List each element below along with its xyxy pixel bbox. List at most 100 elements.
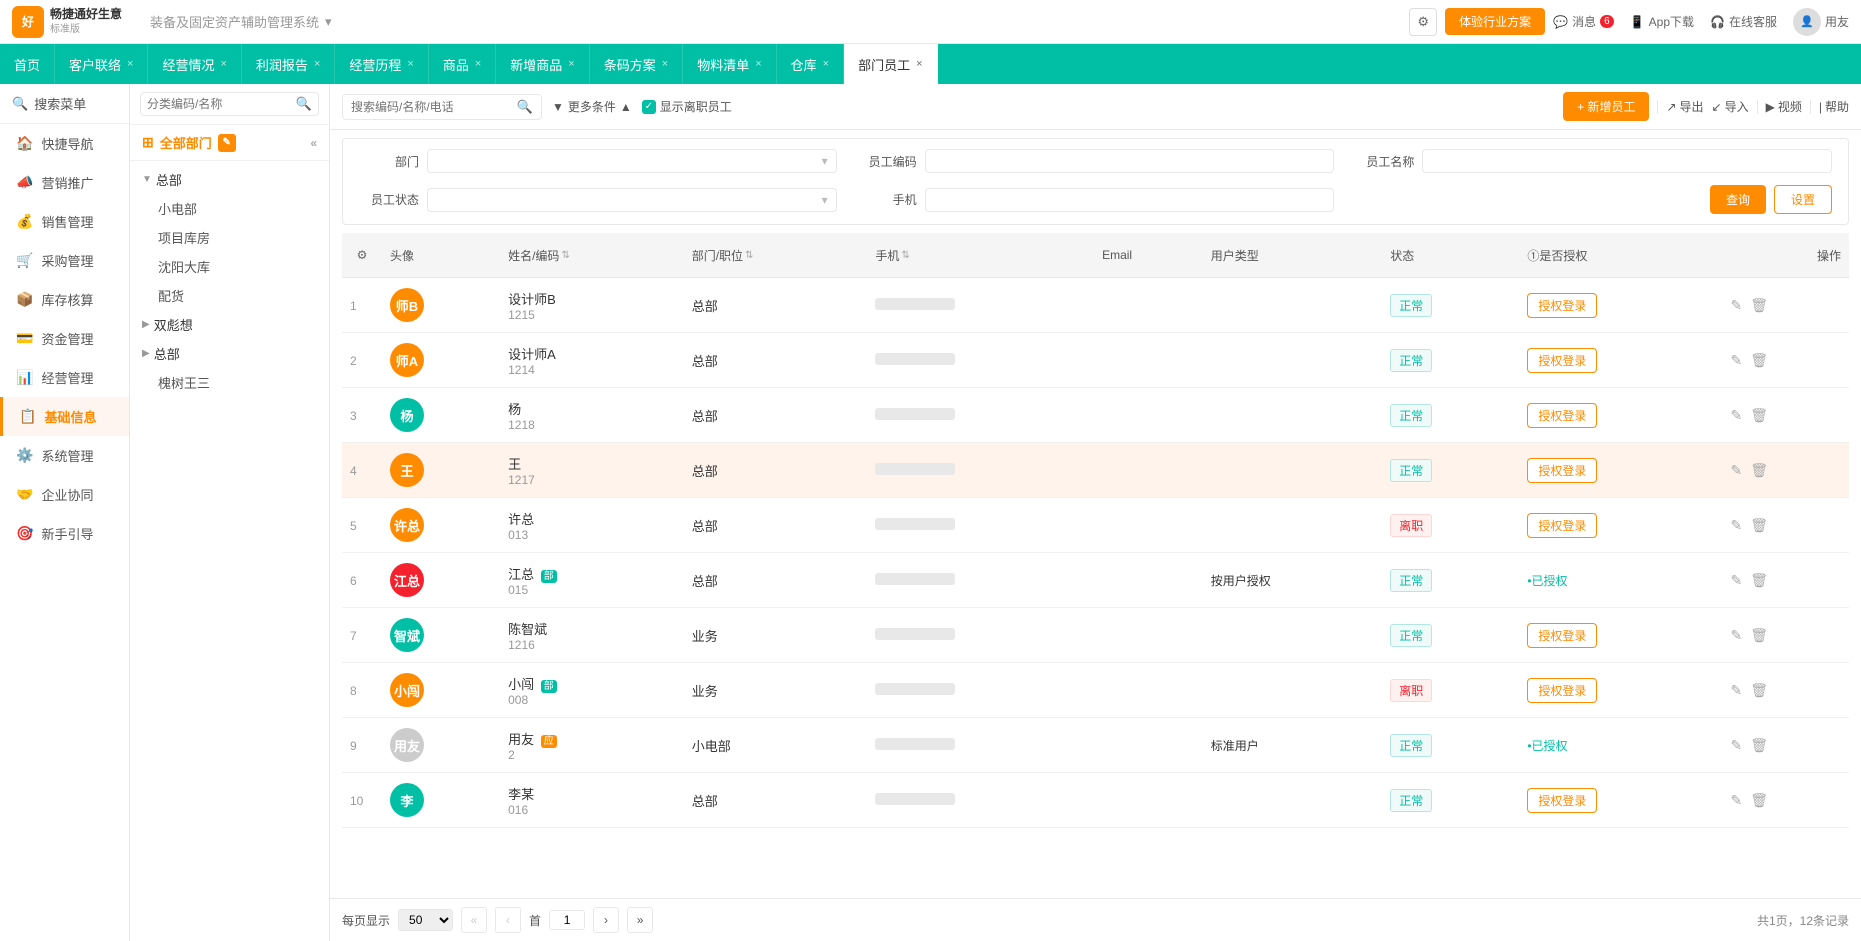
export-button[interactable]: ↗ 导出 — [1666, 98, 1703, 115]
tab-close-icon[interactable]: × — [127, 58, 133, 70]
trial-button[interactable]: 体验行业方案 — [1445, 8, 1545, 35]
nav-tab-经营历程[interactable]: 经营历程× — [335, 44, 428, 84]
tab-close-icon[interactable]: × — [568, 58, 574, 70]
dept-child-xiaodiande[interactable]: 小电部 — [130, 194, 329, 223]
tab-close-icon[interactable]: × — [407, 58, 413, 70]
empcode-input[interactable] — [925, 149, 1335, 173]
view-button[interactable]: ▶ 视频 — [1766, 98, 1802, 115]
sidebar-item-purchase[interactable]: 🛒 采购管理 — [0, 241, 129, 280]
nav-tab-客户联络[interactable]: 客户联络× — [55, 44, 148, 84]
dept-child-project[interactable]: 项目库房 — [130, 223, 329, 252]
tab-close-icon[interactable]: × — [916, 58, 922, 70]
edit-icon[interactable]: ✎ — [1731, 407, 1743, 424]
dropdown-arrow-icon[interactable]: ▾ — [325, 14, 332, 30]
edit-icon[interactable]: ✎ — [1731, 517, 1743, 534]
sidebar-item-system[interactable]: ⚙️ 系统管理 — [0, 436, 129, 475]
dept-collapse-btn[interactable]: « — [310, 136, 317, 150]
delete-icon[interactable]: 🗑 — [1750, 352, 1768, 369]
edit-icon[interactable]: ✎ — [1731, 627, 1743, 644]
nav-tab-商品[interactable]: 商品× — [429, 44, 496, 84]
edit-icon[interactable]: ✎ — [1731, 462, 1743, 479]
dept-search-input[interactable] — [147, 97, 292, 111]
dept-all-item[interactable]: ⊞ 全部部门 ✎ « — [130, 125, 329, 161]
search-menu-item[interactable]: 🔍 搜索菜单 — [0, 84, 129, 124]
dept-search-box[interactable]: 🔍 — [140, 92, 319, 116]
delete-icon[interactable]: 🗑 — [1750, 627, 1768, 644]
add-employee-button[interactable]: + 新增员工 — [1563, 92, 1649, 121]
nav-tab-新增商品[interactable]: 新增商品× — [496, 44, 589, 84]
sidebar-item-collab[interactable]: 🤝 企业协同 — [0, 475, 129, 514]
empname-input[interactable] — [1422, 149, 1832, 173]
edit-icon[interactable]: ✎ — [1731, 572, 1743, 589]
query-button[interactable]: 查询 — [1710, 185, 1766, 214]
dept-group-headquarter[interactable]: ▼ 总部 — [130, 165, 329, 194]
sort-name-icon[interactable]: ⇅ — [561, 250, 569, 261]
search-box[interactable]: 🔍 — [342, 94, 542, 120]
edit-icon[interactable]: ✎ — [1731, 682, 1743, 699]
auth-login-button[interactable]: 授权登录 — [1527, 788, 1597, 813]
auth-login-button[interactable]: 授权登录 — [1527, 623, 1597, 648]
sidebar-item-finance[interactable]: 💳 资金管理 — [0, 319, 129, 358]
nav-tab-首页[interactable]: 首页 — [0, 44, 55, 84]
last-page-btn[interactable]: » — [627, 907, 653, 933]
user-menu[interactable]: 👤 用友 — [1793, 8, 1849, 36]
col-settings-btn[interactable]: ⚙ — [350, 243, 374, 267]
dept-edit-icon[interactable]: ✎ — [218, 134, 236, 152]
edit-icon[interactable]: ✎ — [1731, 352, 1743, 369]
sidebar-item-marketing[interactable]: 📣 营销推广 — [0, 163, 129, 202]
sort-dept-icon[interactable]: ⇅ — [745, 250, 753, 261]
auth-login-button[interactable]: 授权登录 — [1527, 293, 1597, 318]
delete-icon[interactable]: 🗑 — [1750, 462, 1768, 479]
edit-icon[interactable]: ✎ — [1731, 737, 1743, 754]
show-resigned-toggle[interactable]: ✓ 显示离职员工 — [642, 98, 732, 115]
import-button[interactable]: ↙ 导入 — [1712, 98, 1749, 115]
nav-tab-物料清单[interactable]: 物料清单× — [683, 44, 776, 84]
delete-icon[interactable]: 🗑 — [1750, 682, 1768, 699]
tab-close-icon[interactable]: × — [755, 58, 761, 70]
tab-close-icon[interactable]: × — [314, 58, 320, 70]
delete-icon[interactable]: 🗑 — [1750, 407, 1768, 424]
nav-tab-仓库[interactable]: 仓库× — [777, 44, 844, 84]
dept-group-zongbu[interactable]: ▶ 总部 — [130, 339, 329, 368]
settings-gear-button[interactable]: ⚙ — [1409, 8, 1437, 36]
next-page-btn[interactable]: › — [593, 907, 619, 933]
delete-icon[interactable]: 🗑 — [1750, 297, 1768, 314]
tab-close-icon[interactable]: × — [823, 58, 829, 70]
page-number-input[interactable] — [549, 910, 585, 930]
auth-login-button[interactable]: 授权登录 — [1527, 403, 1597, 428]
sidebar-item-guide[interactable]: 🎯 新手引导 — [0, 514, 129, 553]
phone-input[interactable] — [925, 188, 1335, 212]
sidebar-item-sales[interactable]: 💰 销售管理 — [0, 202, 129, 241]
nav-tab-经营情况[interactable]: 经营情况× — [148, 44, 241, 84]
tab-close-icon[interactable]: × — [662, 58, 668, 70]
nav-tab-利润报告[interactable]: 利润报告× — [242, 44, 335, 84]
sort-phone-icon[interactable]: ⇅ — [901, 250, 909, 261]
sidebar-item-operation[interactable]: 📊 经营管理 — [0, 358, 129, 397]
auth-login-button[interactable]: 授权登录 — [1527, 458, 1597, 483]
delete-icon[interactable]: 🗑 — [1750, 792, 1768, 809]
sidebar-item-inventory[interactable]: 📦 库存核算 — [0, 280, 129, 319]
message-button[interactable]: 💬 消息 6 — [1553, 13, 1614, 30]
auth-login-button[interactable]: 授权登录 — [1527, 678, 1597, 703]
tab-close-icon[interactable]: × — [220, 58, 226, 70]
nav-tab-部门员工[interactable]: 部门员工× — [844, 44, 937, 84]
dept-child-peihuo[interactable]: 配货 — [130, 281, 329, 310]
employee-search-input[interactable] — [351, 100, 513, 114]
page-size-select[interactable]: 50 20 100 — [398, 909, 453, 931]
edit-icon[interactable]: ✎ — [1731, 792, 1743, 809]
delete-icon[interactable]: 🗑 — [1750, 517, 1768, 534]
delete-icon[interactable]: 🗑 — [1750, 737, 1768, 754]
delete-icon[interactable]: 🗑 — [1750, 572, 1768, 589]
status-select[interactable]: ▾ — [427, 188, 837, 212]
nav-tab-条码方案[interactable]: 条码方案× — [590, 44, 683, 84]
auth-login-button[interactable]: 授权登录 — [1527, 348, 1597, 373]
edit-icon[interactable]: ✎ — [1731, 297, 1743, 314]
online-service-button[interactable]: 🎧 在线客服 — [1710, 13, 1777, 30]
sidebar-item-basic[interactable]: 📋 基础信息 — [0, 397, 129, 436]
set-button[interactable]: 设置 — [1774, 185, 1832, 214]
first-page-btn[interactable]: « — [461, 907, 487, 933]
dept-child-shenyang[interactable]: 沈阳大库 — [130, 252, 329, 281]
tab-close-icon[interactable]: × — [475, 58, 481, 70]
auth-login-button[interactable]: 授权登录 — [1527, 513, 1597, 538]
sidebar-item-quicknav[interactable]: 🏠 快捷导航 — [0, 124, 129, 163]
